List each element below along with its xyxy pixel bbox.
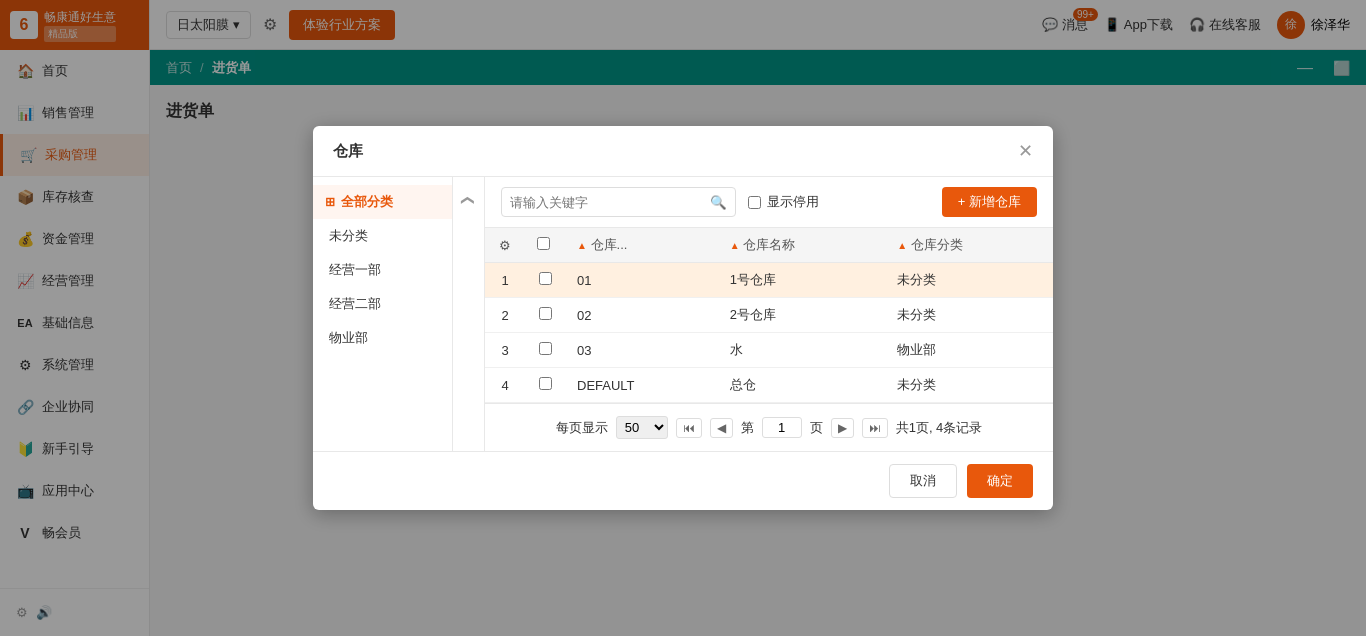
show-disabled-checkbox[interactable] bbox=[748, 196, 761, 209]
row-name: 1号仓库 bbox=[718, 263, 886, 298]
modal-right-content: 🔍 显示停用 + 新增仓库 ⚙ bbox=[485, 177, 1053, 451]
table-header: ⚙ ▲ 仓库... ▲ 仓库名称 ▲ 仓库分类 bbox=[485, 228, 1053, 263]
warehouse-modal: 仓库 ✕ ⊞ 全部分类 未分类 经营一部 经营二部 物业部 ❮ bbox=[313, 126, 1053, 510]
row-category: 未分类 bbox=[885, 368, 1053, 403]
select-all-checkbox[interactable] bbox=[537, 237, 550, 250]
table-row[interactable]: 2 02 2号仓库 未分类 bbox=[485, 298, 1053, 333]
warehouse-table-container: ⚙ ▲ 仓库... ▲ 仓库名称 ▲ 仓库分类 1 01 bbox=[485, 228, 1053, 403]
last-page-btn[interactable]: ⏭ bbox=[862, 418, 888, 438]
category-item-property[interactable]: 物业部 bbox=[313, 321, 452, 355]
show-disabled-label: 显示停用 bbox=[767, 193, 819, 211]
row-category: 物业部 bbox=[885, 333, 1053, 368]
modal-toolbar: 🔍 显示停用 + 新增仓库 bbox=[485, 177, 1053, 228]
table-row[interactable]: 3 03 水 物业部 bbox=[485, 333, 1053, 368]
pagination: 每页显示 50 20 100 ⏮ ◀ 第 页 ▶ ⏭ 共1页, 4条记录 bbox=[485, 403, 1053, 451]
row-checkbox[interactable] bbox=[525, 263, 565, 298]
row-index: 4 bbox=[485, 368, 525, 403]
modal-body: ⊞ 全部分类 未分类 经营一部 经营二部 物业部 ❮ 🔍 bbox=[313, 177, 1053, 451]
per-page-label: 每页显示 bbox=[556, 419, 608, 437]
row-category: 未分类 bbox=[885, 298, 1053, 333]
page-input[interactable] bbox=[762, 417, 802, 438]
warehouse-table: ⚙ ▲ 仓库... ▲ 仓库名称 ▲ 仓库分类 1 01 bbox=[485, 228, 1053, 403]
search-btn[interactable]: 🔍 bbox=[702, 195, 735, 210]
row-code: DEFAULT bbox=[565, 368, 718, 403]
col-checkbox bbox=[525, 228, 565, 263]
col-code: ▲ 仓库... bbox=[565, 228, 718, 263]
row-checkbox[interactable] bbox=[525, 333, 565, 368]
search-box: 🔍 bbox=[501, 187, 736, 217]
modal-overlay[interactable]: 仓库 ✕ ⊞ 全部分类 未分类 经营一部 经营二部 物业部 ❮ bbox=[0, 0, 1366, 636]
prev-page-btn[interactable]: ◀ bbox=[710, 418, 733, 438]
show-disabled-group: 显示停用 bbox=[748, 193, 819, 211]
table-row[interactable]: 1 01 1号仓库 未分类 bbox=[485, 263, 1053, 298]
page-suffix: 页 bbox=[810, 419, 823, 437]
col-category: ▲ 仓库分类 bbox=[885, 228, 1053, 263]
row-code: 01 bbox=[565, 263, 718, 298]
search-input[interactable] bbox=[502, 195, 702, 210]
cancel-btn[interactable]: 取消 bbox=[889, 464, 957, 498]
sidebar-collapse-btn[interactable]: ❮ bbox=[453, 187, 484, 214]
table-body: 1 01 1号仓库 未分类 2 02 2号仓库 bbox=[485, 263, 1053, 403]
col-name: ▲ 仓库名称 bbox=[718, 228, 886, 263]
row-name: 总仓 bbox=[718, 368, 886, 403]
page-label: 第 bbox=[741, 419, 754, 437]
row-name: 2号仓库 bbox=[718, 298, 886, 333]
col-settings: ⚙ bbox=[485, 228, 525, 263]
row-code: 02 bbox=[565, 298, 718, 333]
row-index: 2 bbox=[485, 298, 525, 333]
next-page-btn[interactable]: ▶ bbox=[831, 418, 854, 438]
add-warehouse-btn[interactable]: + 新增仓库 bbox=[942, 187, 1037, 217]
row-category: 未分类 bbox=[885, 263, 1053, 298]
row-checkbox[interactable] bbox=[525, 368, 565, 403]
grid-icon: ⊞ bbox=[325, 195, 335, 209]
category-item-dept2[interactable]: 经营二部 bbox=[313, 287, 452, 321]
modal-title: 仓库 bbox=[333, 142, 363, 161]
all-category-item[interactable]: ⊞ 全部分类 bbox=[313, 185, 452, 219]
row-checkbox[interactable] bbox=[525, 298, 565, 333]
row-name: 水 bbox=[718, 333, 886, 368]
confirm-btn[interactable]: 确定 bbox=[967, 464, 1033, 498]
modal-footer: 取消 确定 bbox=[313, 451, 1053, 510]
total-info: 共1页, 4条记录 bbox=[896, 419, 983, 437]
modal-close-btn[interactable]: ✕ bbox=[1018, 140, 1033, 162]
table-row[interactable]: 4 DEFAULT 总仓 未分类 bbox=[485, 368, 1053, 403]
first-page-btn[interactable]: ⏮ bbox=[676, 418, 702, 438]
modal-header: 仓库 ✕ bbox=[313, 126, 1053, 177]
modal-left-sidebar: ⊞ 全部分类 未分类 经营一部 经营二部 物业部 bbox=[313, 177, 453, 451]
per-page-select[interactable]: 50 20 100 bbox=[616, 416, 668, 439]
row-index: 1 bbox=[485, 263, 525, 298]
row-code: 03 bbox=[565, 333, 718, 368]
category-item-unclassified[interactable]: 未分类 bbox=[313, 219, 452, 253]
category-item-dept1[interactable]: 经营一部 bbox=[313, 253, 452, 287]
row-index: 3 bbox=[485, 333, 525, 368]
